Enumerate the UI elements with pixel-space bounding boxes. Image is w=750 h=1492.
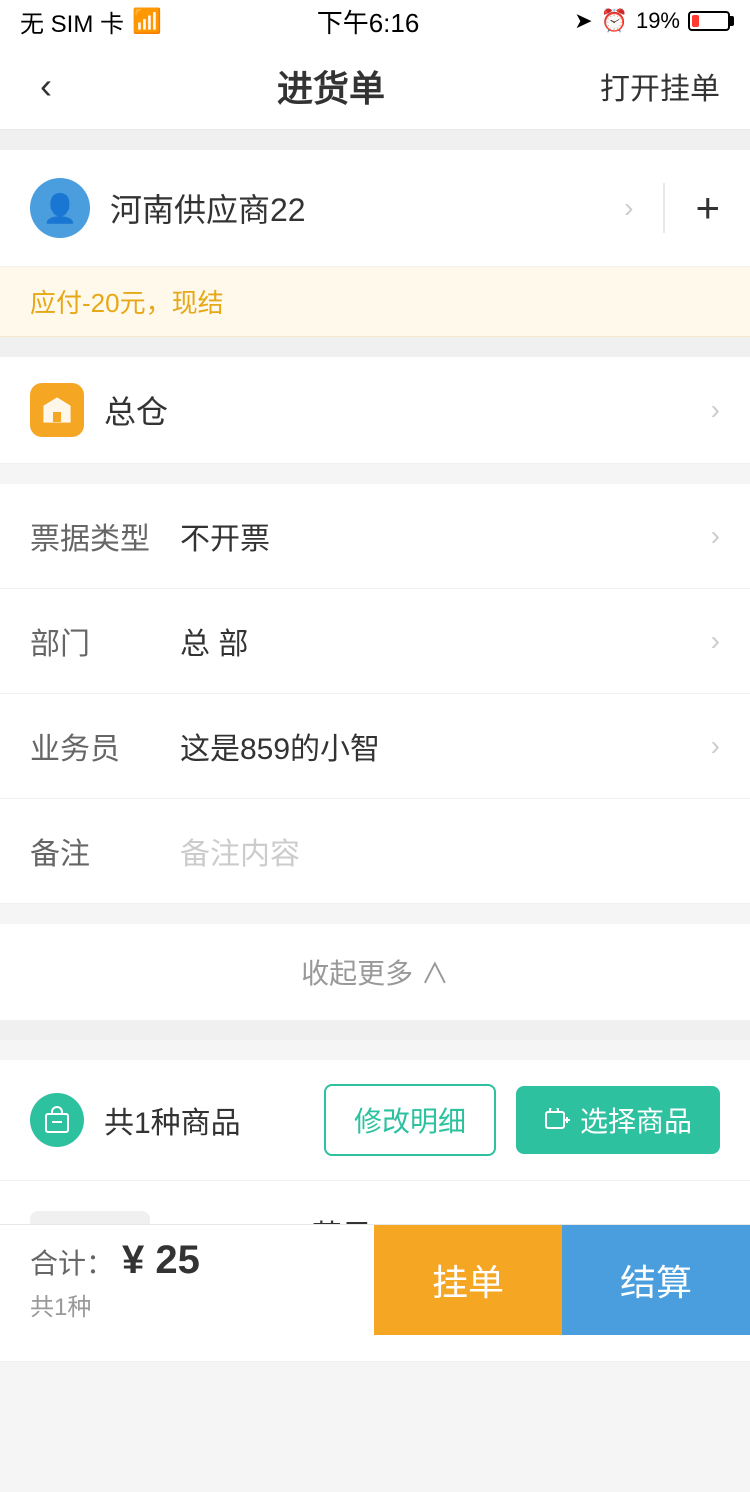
supplier-name: 河南供应商22 [110,185,624,231]
nav-bar: ‹ 进货单 打开挂单 [0,42,750,130]
notice-text: 应付-20元，现结 [30,288,224,318]
warehouse-section: 总仓 › [0,357,750,464]
remark-label: 备注 [30,829,170,873]
edit-detail-button[interactable]: 修改明细 [324,1084,496,1156]
department-label: 部门 [30,619,170,663]
department-value: 总 部 [180,619,711,663]
status-time: 下午6:16 [317,3,420,40]
battery-icon [688,11,730,31]
form-section: 票据类型 不开票 › 部门 总 部 › 业务员 这是859的小智 › 备注 备注… [0,484,750,904]
status-bar: 无 SIM 卡 📶 下午6:16 ➤ ⏰ 19% [0,0,750,42]
department-arrow-icon: › [711,625,720,657]
ticket-value: 不开票 [180,514,711,558]
total-label: 合计： [30,1242,114,1282]
products-count: 共1种商品 [104,1098,304,1142]
battery-text: 19% [636,8,680,34]
form-row-department[interactable]: 部门 总 部 › [0,589,750,694]
section-gap-2 [0,337,750,357]
form-row-remark[interactable]: 备注 备注内容 [0,799,750,904]
supplier-row[interactable]: 👤 河南供应商22 › + [0,150,750,267]
collapse-bar[interactable]: 收起更多 ∧ [0,924,750,1020]
warehouse-row[interactable]: 总仓 › [0,357,750,464]
total-amount: ¥ 25 [122,1238,200,1283]
warehouse-arrow-icon: › [711,394,720,426]
salesperson-label: 业务员 [30,724,170,768]
section-gap-3 [0,1020,750,1040]
ticket-arrow-icon: › [711,520,720,552]
add-supplier-button[interactable]: + [695,184,720,232]
select-product-button[interactable]: 选择商品 [516,1086,720,1154]
location-icon: ➤ [574,8,592,34]
checkout-button[interactable]: 结算 [562,1225,750,1335]
salesperson-arrow-icon: › [711,730,720,762]
salesperson-value: 这是859的小智 [180,724,711,768]
status-right: ➤ ⏰ 19% [574,8,730,34]
alarm-icon: ⏰ [601,8,628,34]
remark-placeholder[interactable]: 备注内容 [180,829,720,873]
notice-bar: 应付-20元，现结 [0,267,750,337]
open-hang-button[interactable]: 打开挂单 [600,64,720,108]
page-title: 进货单 [277,60,385,112]
supplier-section: 👤 河南供应商22 › + 应付-20元，现结 [0,150,750,337]
products-icon [30,1093,84,1147]
back-button[interactable]: ‹ [30,55,62,117]
total-count: 共1种 [30,1287,344,1322]
carrier-text: 无 SIM 卡 [20,4,124,39]
battery-fill [692,15,699,27]
warehouse-icon [30,383,84,437]
collapse-label: 收起更多 ∧ [301,958,449,989]
select-product-label: 选择商品 [580,1100,692,1140]
avatar-icon: 👤 [43,192,78,225]
products-header: 共1种商品 修改明细 选择商品 [0,1060,750,1181]
warehouse-name: 总仓 [104,387,711,433]
wifi-icon: 📶 [132,7,162,36]
bottom-bar: 合计： ¥ 25 共1种 挂单 结算 [0,1224,750,1334]
total-section: 合计： ¥ 25 共1种 [0,1238,374,1322]
form-row-salesperson[interactable]: 业务员 这是859的小智 › [0,694,750,799]
supplier-avatar: 👤 [30,178,90,238]
ticket-label: 票据类型 [30,514,170,558]
hang-button[interactable]: 挂单 [374,1225,562,1335]
section-gap-1 [0,130,750,150]
form-row-ticket[interactable]: 票据类型 不开票 › [0,484,750,589]
supplier-arrow-icon: › [624,192,633,224]
supplier-divider [663,183,665,233]
status-left: 无 SIM 卡 📶 [20,4,162,39]
